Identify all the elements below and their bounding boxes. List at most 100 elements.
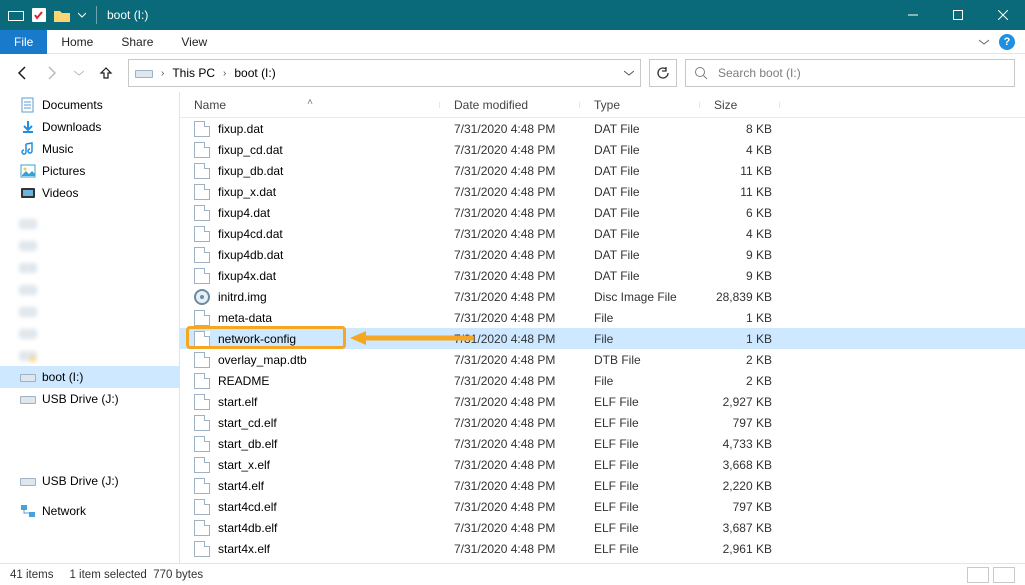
file-size: 2,927 KB [700,395,780,409]
sidebar-item-hidden[interactable] [0,440,179,462]
sidebar-item-boot-i[interactable]: boot (I:) [0,366,179,388]
tab-share[interactable]: Share [107,30,167,54]
file-row[interactable]: fixup_db.dat7/31/2020 4:48 PMDAT File11 … [180,160,1025,181]
sidebar-item-hidden[interactable] [0,322,179,344]
breadcrumb-folder[interactable]: boot (I:) [234,66,275,80]
close-button[interactable] [980,0,1025,30]
file-row[interactable]: start_x.elf7/31/2020 4:48 PMELF File3,66… [180,454,1025,475]
file-date: 7/31/2020 4:48 PM [440,395,580,409]
navigation-pane[interactable]: DocumentsDownloadsMusicPictures Videos boo… [0,92,180,563]
sidebar-item-music[interactable]: Music [0,138,179,160]
search-input[interactable] [716,65,1006,81]
minimize-button[interactable] [890,0,935,30]
file-type: ELF File [580,500,700,514]
chevron-right-icon[interactable]: › [161,68,164,79]
file-type: DAT File [580,248,700,262]
drive-icon [20,303,36,319]
refresh-button[interactable] [649,59,677,87]
address-bar[interactable]: › This PC › boot (I:) [128,59,641,87]
file-icon [194,457,210,473]
file-row[interactable]: start4db.elf7/31/2020 4:48 PMELF File3,6… [180,517,1025,538]
file-icon [194,394,210,410]
up-button[interactable] [98,65,114,81]
file-size: 797 KB [700,416,780,430]
search-box[interactable] [685,59,1015,87]
file-date: 7/31/2020 4:48 PM [440,521,580,535]
sidebar-item-label: Network [42,504,86,518]
file-date: 7/31/2020 4:48 PM [440,269,580,283]
maximize-button[interactable] [935,0,980,30]
sidebar-item-documents[interactable]: Documents [0,94,179,116]
help-icon[interactable]: ? [999,34,1015,50]
chevron-right-icon[interactable]: › [223,68,226,79]
file-date: 7/31/2020 4:48 PM [440,185,580,199]
column-header-size[interactable]: Size [700,98,780,112]
sidebar-item-hidden[interactable] [0,234,179,256]
file-type: DAT File [580,227,700,241]
file-row[interactable]: overlay_map.dtb7/31/2020 4:48 PMDTB File… [180,349,1025,370]
properties-icon[interactable] [32,8,46,22]
file-name: start4db.elf [218,521,277,535]
sidebar-item-hidden[interactable] [0,212,179,234]
file-icon [194,142,210,158]
sidebar-item-hidden[interactable] [0,418,179,440]
column-header-date[interactable]: Date modified [440,98,580,112]
file-size: 8 KB [700,122,780,136]
file-name: fixup4cd.dat [218,227,283,241]
file-row[interactable]: start_db.elf7/31/2020 4:48 PMELF File4,7… [180,433,1025,454]
file-row[interactable]: start4.elf7/31/2020 4:48 PMELF File2,220… [180,475,1025,496]
file-date: 7/31/2020 4:48 PM [440,206,580,220]
column-header-name[interactable]: Name ˄ [180,98,440,112]
file-icon [194,205,210,221]
file-row[interactable]: fixup.dat7/31/2020 4:48 PMDAT File8 KB [180,118,1025,139]
sidebar-item-pictures[interactable]: Pictures [0,160,179,182]
file-row[interactable]: start4cd.elf7/31/2020 4:48 PMELF File797… [180,496,1025,517]
file-row[interactable]: README7/31/2020 4:48 PMFile2 KB [180,370,1025,391]
music-icon [20,141,36,157]
sidebar-item-hidden[interactable] [0,300,179,322]
file-size: 2,961 KB [700,542,780,556]
breadcrumb-this-pc[interactable]: This PC [172,66,215,80]
file-row[interactable]: start.elf7/31/2020 4:48 PMELF File2,927 … [180,391,1025,412]
title-dropdown-icon[interactable] [78,11,86,19]
sidebar-item-hidden[interactable] [0,278,179,300]
file-row[interactable]: fixup_cd.dat7/31/2020 4:48 PMDAT File4 K… [180,139,1025,160]
file-row[interactable]: start4x.elf7/31/2020 4:48 PMELF File2,96… [180,538,1025,559]
sort-ascending-icon: ˄ [307,97,313,108]
file-rows[interactable]: fixup.dat7/31/2020 4:48 PMDAT File8 KBfi… [180,118,1025,563]
sidebar-item-hidden[interactable] [0,344,179,366]
file-date: 7/31/2020 4:48 PM [440,227,580,241]
file-type: DAT File [580,185,700,199]
nav-bar: › This PC › boot (I:) [0,54,1025,92]
ribbon-expand-icon[interactable] [979,37,989,47]
file-row[interactable]: fixup4db.dat7/31/2020 4:48 PMDAT File9 K… [180,244,1025,265]
file-row[interactable]: start_cd.elf7/31/2020 4:48 PMELF File797… [180,412,1025,433]
sidebar-item-usb-drive-j[interactable]: USB Drive (J:) [0,388,179,410]
tab-view[interactable]: View [167,30,221,54]
file-type: File [580,332,700,346]
file-row[interactable]: network-config7/31/2020 4:48 PMFile1 KB [180,328,1025,349]
file-row[interactable]: fixup4.dat7/31/2020 4:48 PMDAT File6 KB [180,202,1025,223]
details-view-button[interactable] [967,567,989,583]
column-header-type[interactable]: Type [580,98,700,112]
tab-file[interactable]: File [0,30,47,54]
sidebar-item-usb-drive-j[interactable]: USB Drive (J:) [0,470,179,492]
address-dropdown-icon[interactable] [624,68,634,78]
sidebar-item-videos[interactable]: Videos [0,182,179,204]
sidebar-item-label: Videos [42,186,78,200]
tab-home[interactable]: Home [47,30,107,54]
file-row[interactable]: fixup_x.dat7/31/2020 4:48 PMDAT File11 K… [180,181,1025,202]
file-row[interactable]: meta-data7/31/2020 4:48 PMFile1 KB [180,307,1025,328]
sidebar-item-downloads[interactable]: Downloads [0,116,179,138]
back-button[interactable] [14,65,30,81]
file-icon [194,373,210,389]
recent-locations-button[interactable] [74,68,84,78]
file-name: initrd.img [218,290,267,304]
sidebar-item-network[interactable]: Network [0,500,179,522]
forward-button[interactable] [44,65,60,81]
file-row[interactable]: fixup4cd.dat7/31/2020 4:48 PMDAT File4 K… [180,223,1025,244]
sidebar-item-hidden[interactable] [0,256,179,278]
file-row[interactable]: initrd.img7/31/2020 4:48 PMDisc Image Fi… [180,286,1025,307]
thumbnails-view-button[interactable] [993,567,1015,583]
file-row[interactable]: fixup4x.dat7/31/2020 4:48 PMDAT File9 KB [180,265,1025,286]
